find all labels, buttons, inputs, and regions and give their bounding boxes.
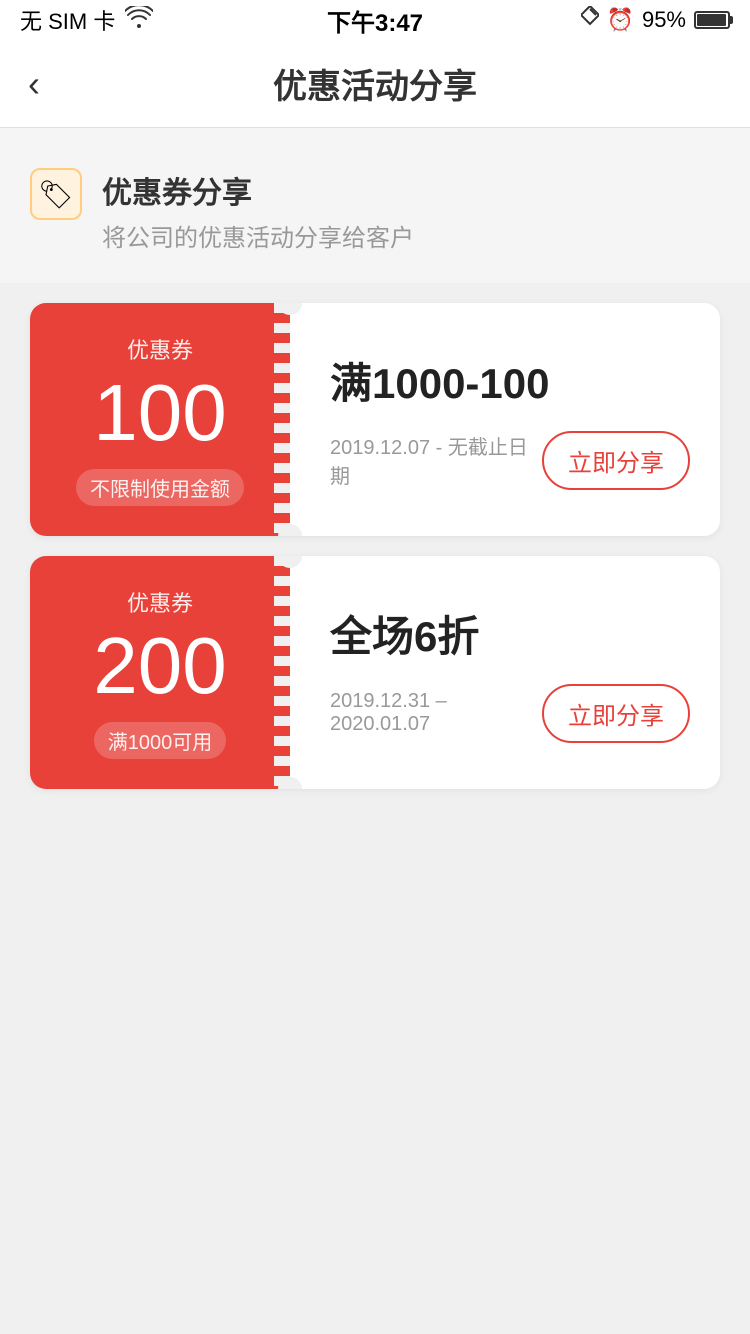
status-bar: 无 SIM 卡 下午3:47 ⏰ 95% [0,0,750,40]
coupon-bottom-row-1: 2019.12.07 - 无截止日期 立即分享 [330,431,690,490]
serrated-edge-1 [274,303,290,536]
coupon-card-1: 优惠券 100 不限制使用金额 满1000-100 2019.12.07 - 无… [30,303,720,536]
battery-percent: 95% [642,7,686,33]
status-left: 无 SIM 卡 [20,4,153,36]
coupon-value-1: 100 [93,373,226,453]
section-header-area: 🏷 优惠券分享 将公司的优惠活动分享给客户 [0,128,750,283]
coupon-condition-2: 满1000可用 [94,722,227,759]
status-right: ⏰ 95% [581,6,730,34]
coupon-type-2: 优惠券 [127,586,193,618]
coupon-date-1: 2019.12.07 - 无截止日期 [330,431,532,489]
section-subtitle: 将公司的优惠活动分享给客户 [102,218,414,253]
coupon-name-1: 满1000-100 [330,350,690,411]
serrated-edge-2 [274,556,290,789]
location-icon [581,6,599,34]
alarm-icon: ⏰ [607,7,634,33]
coupon-name-2: 全场6折 [330,603,690,664]
coupon-date-2: 2019.12.31 – 2020.01.07 [330,690,532,736]
empty-area [0,809,750,1309]
coupon-card-2: 优惠券 200 满1000可用 全场6折 2019.12.31 – 2020.0… [30,556,720,789]
status-time: 下午3:47 [327,3,423,38]
share-button-2[interactable]: 立即分享 [542,684,690,743]
wifi-icon [125,6,153,34]
battery-icon [694,11,730,29]
coupon-type-1: 优惠券 [127,333,193,365]
section-icon: 🏷 [30,168,82,220]
share-button-1[interactable]: 立即分享 [542,431,690,490]
carrier-text: 无 SIM 卡 [20,4,115,36]
section-title: 优惠券分享 [102,168,414,212]
coupon-left-1: 优惠券 100 不限制使用金额 [30,303,290,536]
coupon-value-2: 200 [93,626,226,706]
section-text-group: 优惠券分享 将公司的优惠活动分享给客户 [102,168,414,253]
back-button[interactable]: ‹ [28,63,40,105]
coupon-right-2: 全场6折 2019.12.31 – 2020.01.07 立即分享 [290,556,720,789]
coupon-condition-1: 不限制使用金额 [76,469,244,506]
coupons-area: 优惠券 100 不限制使用金额 满1000-100 2019.12.07 - 无… [0,283,750,809]
section-header: 🏷 优惠券分享 将公司的优惠活动分享给客户 [30,158,720,263]
nav-title: 优惠活动分享 [273,59,477,108]
coupon-left-2: 优惠券 200 满1000可用 [30,556,290,789]
nav-bar: ‹ 优惠活动分享 [0,40,750,128]
coupon-right-1: 满1000-100 2019.12.07 - 无截止日期 立即分享 [290,303,720,536]
coupon-bottom-row-2: 2019.12.31 – 2020.01.07 立即分享 [330,684,690,743]
